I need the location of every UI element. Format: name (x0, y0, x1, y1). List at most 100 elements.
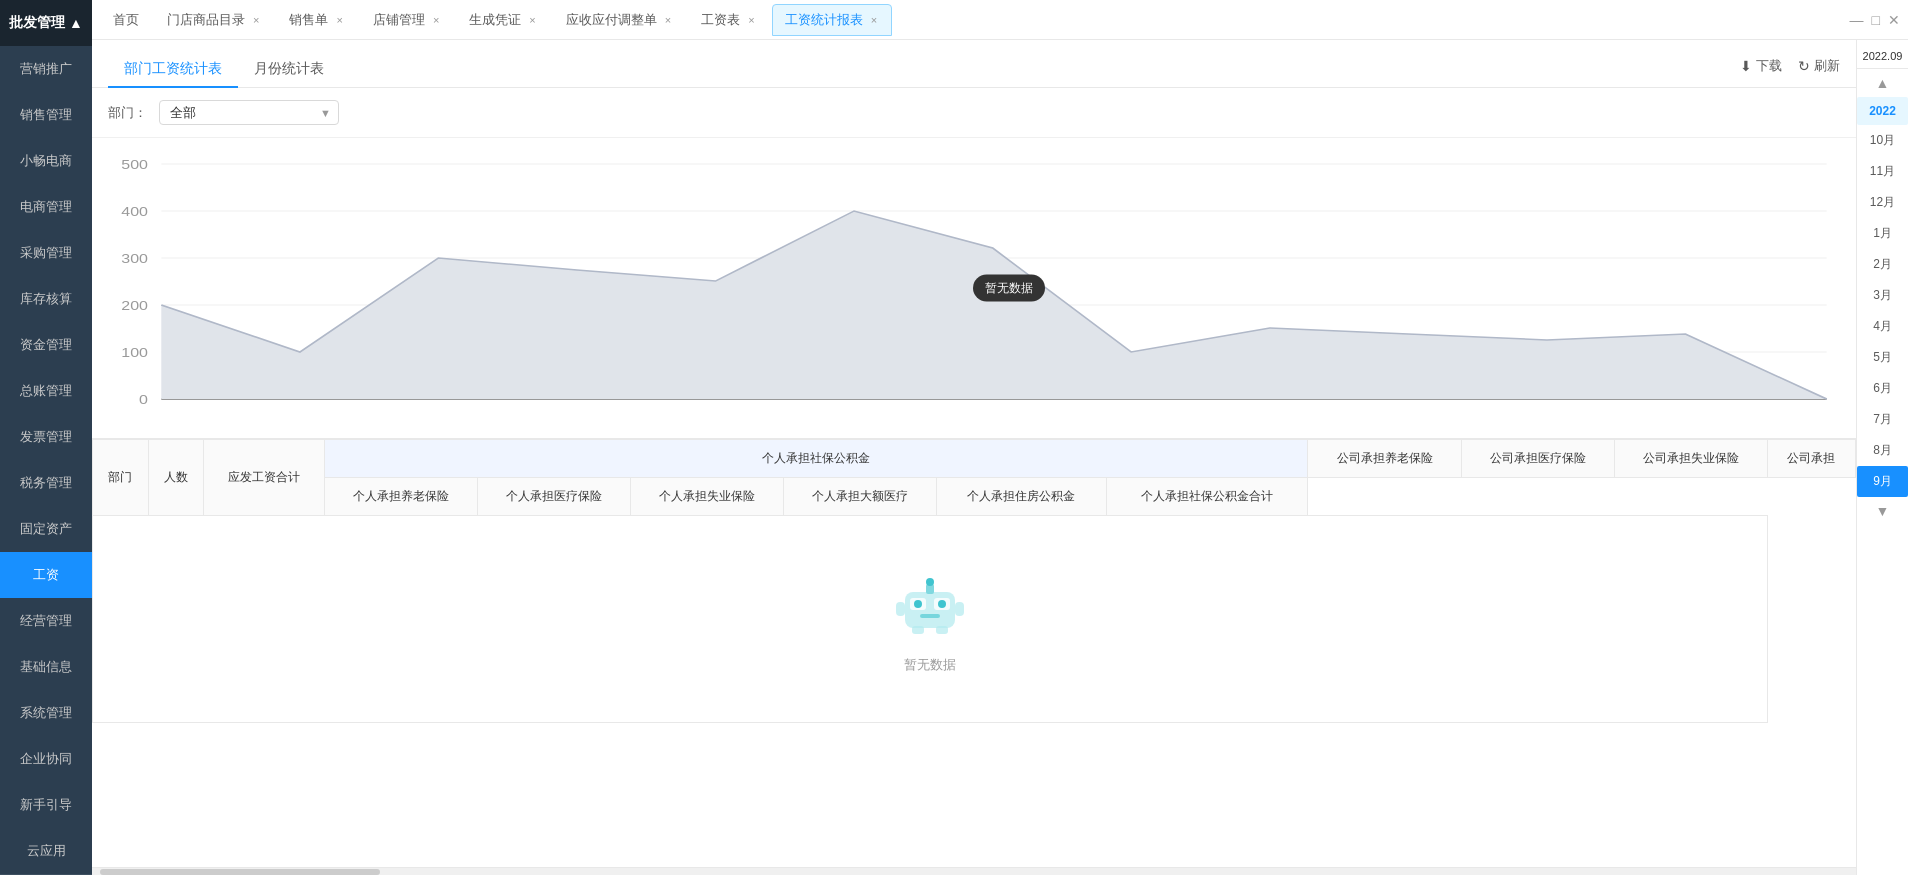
sidebar-item-finance[interactable]: 资金管理 (0, 322, 92, 368)
window-close[interactable]: ✕ (1888, 12, 1900, 28)
sidebar-items: 营销推广销售管理小畅电商电商管理采购管理库存核算资金管理总账管理发票管理税务管理… (0, 46, 92, 874)
empty-row: 暂无数据 (93, 516, 1768, 723)
tab-items: 首页门店商品目录×销售单×店铺管理×生成凭证×应收应付调整单×工资表×工资统计报… (100, 4, 892, 36)
dept-select-wrapper: 全部 销售部 财务部 技术部 行政部 ▼ (159, 100, 339, 125)
tab-sales-order[interactable]: 销售单 × (276, 4, 357, 36)
sub-tab-bar: 部门工资统计表 月份统计表 ⬇ 下载 ↻ 刷新 (92, 40, 1856, 88)
tab-close-sales-order[interactable]: × (334, 13, 344, 27)
date-nav-up[interactable]: ▲ (1870, 69, 1896, 97)
date-nav-down[interactable]: ▼ (1870, 497, 1896, 525)
date-month-8月[interactable]: 8月 (1857, 435, 1908, 466)
date-month-12月[interactable]: 12月 (1857, 187, 1908, 218)
table-container[interactable]: 部门 人数 应发工资合计 个人承担社保公积金 公司承担养老保险 公司承担医疗保险… (92, 438, 1856, 867)
th-personal-3: 个人承担失业保险 (630, 478, 783, 516)
tab-label-store: 店铺管理 (373, 11, 425, 29)
sidebar-item-ecommerce-small[interactable]: 小畅电商 (0, 138, 92, 184)
th-personal-5: 个人承担住房公积金 (937, 478, 1106, 516)
tab-close-product[interactable]: × (251, 13, 261, 27)
date-month-4月[interactable]: 4月 (1857, 311, 1908, 342)
page-content: 部门工资统计表 月份统计表 ⬇ 下载 ↻ 刷新 部门： (92, 40, 1856, 875)
sidebar-item-enterprise[interactable]: 企业协同 (0, 736, 92, 782)
tab-label-product: 门店商品目录 (167, 11, 245, 29)
date-month-2月[interactable]: 2月 (1857, 249, 1908, 280)
sidebar-item-invoice[interactable]: 发票管理 (0, 414, 92, 460)
tab-production[interactable]: 生成凭证 × (456, 4, 550, 36)
refresh-icon: ↻ (1798, 58, 1810, 74)
tab-label-home: 首页 (113, 11, 139, 29)
download-btn[interactable]: ⬇ 下载 (1740, 57, 1782, 75)
window-minimize[interactable]: — (1850, 12, 1864, 28)
date-month-10月[interactable]: 10月 (1857, 125, 1908, 156)
tab-label-production: 生成凭证 (469, 11, 521, 29)
window-maximize[interactable]: □ (1872, 12, 1880, 28)
svg-point-19 (926, 578, 934, 586)
sidebar-item-assets[interactable]: 固定资产 (0, 506, 92, 552)
refresh-btn[interactable]: ↻ 刷新 (1798, 57, 1840, 75)
svg-text:0: 0 (139, 393, 148, 407)
th-personal-6: 个人承担社保公积金合计 (1106, 478, 1308, 516)
tab-home[interactable]: 首页 (100, 4, 152, 36)
tab-label-payroll-report: 工资统计报表 (785, 11, 863, 29)
sidebar-item-tax[interactable]: 税务管理 (0, 460, 92, 506)
chart-svg: 500 400 300 200 100 0 (108, 154, 1840, 434)
date-month-5月[interactable]: 5月 (1857, 342, 1908, 373)
sidebar-item-salary[interactable]: 工资 (0, 552, 92, 598)
svg-text:300: 300 (121, 252, 148, 266)
scrollbar-thumb[interactable] (100, 869, 380, 875)
sidebar-item-basic[interactable]: 基础信息 (0, 644, 92, 690)
date-month-6月[interactable]: 6月 (1857, 373, 1908, 404)
date-month-7月[interactable]: 7月 (1857, 404, 1908, 435)
tab-month[interactable]: 月份统计表 (238, 52, 340, 88)
tab-payroll[interactable]: 工资表 × (688, 4, 769, 36)
sidebar-item-purchase[interactable]: 采购管理 (0, 230, 92, 276)
sidebar-item-inventory[interactable]: 库存核算 (0, 276, 92, 322)
svg-text:100: 100 (121, 346, 148, 360)
tab-store[interactable]: 店铺管理 × (360, 4, 454, 36)
tab-receivable[interactable]: 应收应付调整单 × (553, 4, 686, 36)
filter-bar: 部门： 全部 销售部 财务部 技术部 行政部 ▼ (92, 88, 1856, 138)
sidebar-item-guide[interactable]: 新手引导 (0, 782, 92, 828)
svg-rect-21 (955, 602, 964, 616)
tab-label-receivable: 应收应付调整单 (566, 11, 657, 29)
sidebar-item-operations[interactable]: 经营管理 (0, 598, 92, 644)
svg-point-15 (914, 600, 922, 608)
svg-rect-20 (896, 602, 905, 616)
tab-dept[interactable]: 部门工资统计表 (108, 52, 238, 88)
sidebar-item-ledger[interactable]: 总账管理 (0, 368, 92, 414)
tab-payroll-report[interactable]: 工资统计报表 × (772, 4, 892, 36)
sidebar-header[interactable]: 批发管理 ▲ (0, 0, 92, 46)
svg-text:500: 500 (121, 158, 148, 172)
sidebar-item-ecommerce[interactable]: 电商管理 (0, 184, 92, 230)
refresh-label: 刷新 (1814, 57, 1840, 75)
svg-text:400: 400 (121, 205, 148, 219)
th-total-salary: 应发工资合计 (204, 440, 325, 516)
tab-close-store[interactable]: × (431, 13, 441, 27)
tab-close-payroll[interactable]: × (746, 13, 756, 27)
date-items: 202210月11月12月1月2月3月4月5月6月7月8月9月 (1857, 97, 1908, 497)
tab-label-payroll: 工资表 (701, 11, 740, 29)
chart-area: 500 400 300 200 100 0 (92, 138, 1856, 438)
tab-label-sales-order: 销售单 (289, 11, 328, 29)
sidebar-item-system[interactable]: 系统管理 (0, 690, 92, 736)
sidebar-item-cloud[interactable]: 云应用 (0, 828, 92, 874)
date-year-2022[interactable]: 2022 (1857, 97, 1908, 125)
date-month-1月[interactable]: 1月 (1857, 218, 1908, 249)
date-month-11月[interactable]: 11月 (1857, 156, 1908, 187)
th-personal-4: 个人承担大额医疗 (784, 478, 937, 516)
svg-point-16 (938, 600, 946, 608)
horizontal-scrollbar[interactable] (92, 867, 1856, 875)
date-month-3月[interactable]: 3月 (1857, 280, 1908, 311)
svg-text:200: 200 (121, 299, 148, 313)
tab-product[interactable]: 门店商品目录 × (154, 4, 274, 36)
collapse-icon: ▲ (69, 15, 83, 31)
tab-close-payroll-report[interactable]: × (869, 13, 879, 27)
date-panel: 2022.09 ▲ 202210月11月12月1月2月3月4月5月6月7月8月9… (1856, 40, 1908, 875)
dept-select[interactable]: 全部 销售部 财务部 技术部 行政部 (159, 100, 339, 125)
tab-close-receivable[interactable]: × (663, 13, 673, 27)
tab-close-production[interactable]: × (527, 13, 537, 27)
date-month-9月[interactable]: 9月 (1857, 466, 1908, 497)
download-icon: ⬇ (1740, 58, 1752, 74)
sidebar-item-sales[interactable]: 销售管理 (0, 92, 92, 138)
sidebar-item-marketing[interactable]: 营销推广 (0, 46, 92, 92)
empty-icon (890, 564, 970, 644)
